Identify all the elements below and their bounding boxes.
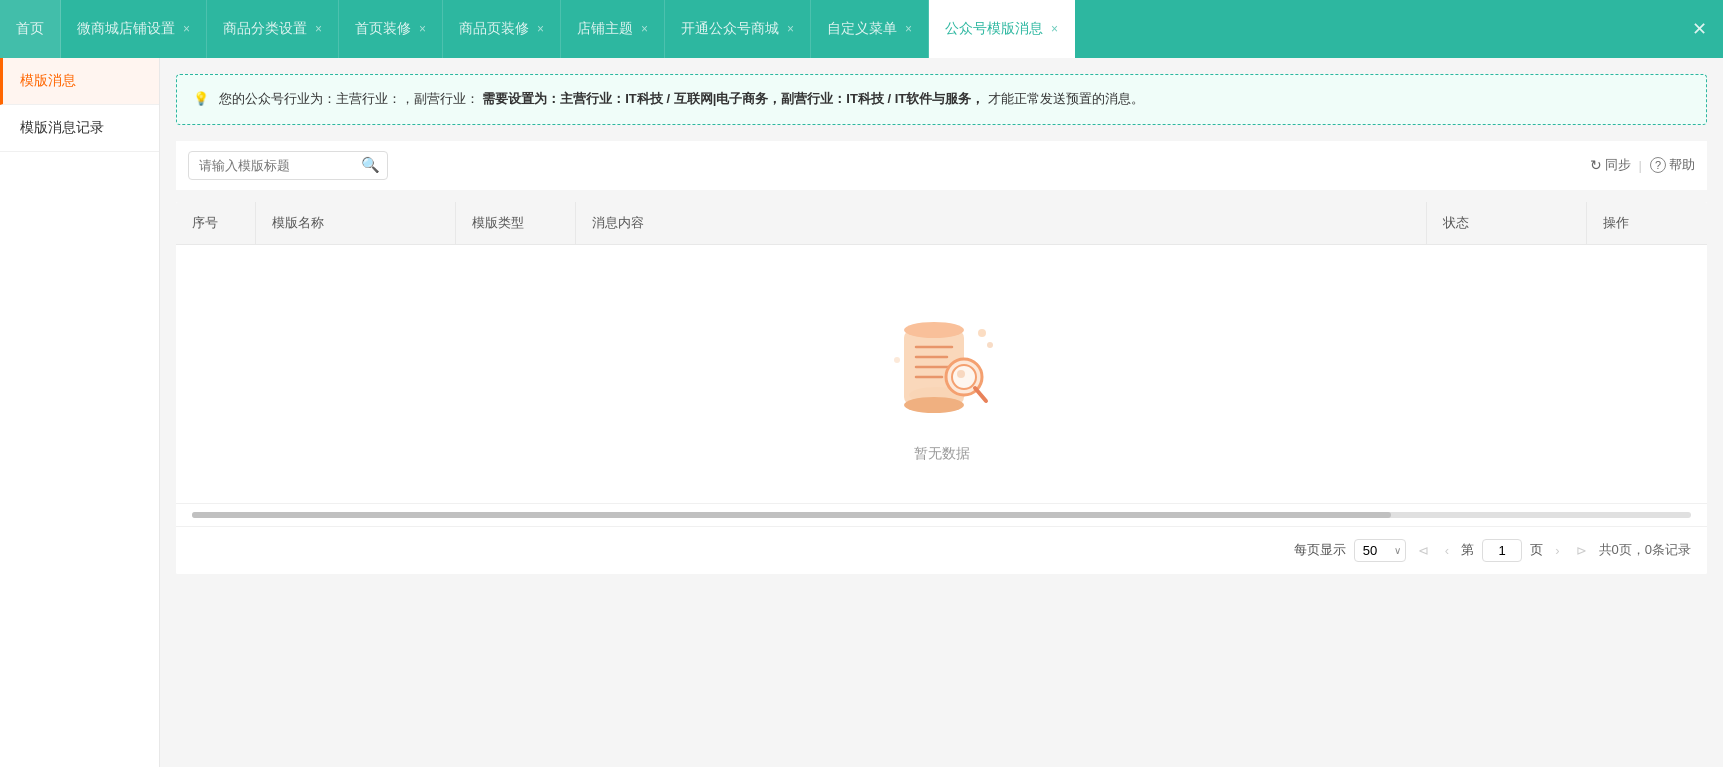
search-input-wrap: 🔍: [188, 151, 388, 180]
notice-highlight: 需要设置为：主营行业：IT科技 / 互联网|电子商务，副营行业：IT科技 / I…: [482, 91, 984, 106]
sync-button[interactable]: ↻ 同步: [1590, 156, 1631, 174]
data-table: 序号 模版名称 模版类型 消息内容 状态 操作: [176, 202, 1707, 574]
svg-point-14: [894, 357, 900, 363]
tab-close-open-mall[interactable]: ×: [787, 22, 794, 36]
nav-tab-home[interactable]: 首页: [0, 0, 61, 58]
scroll-thumb[interactable]: [192, 512, 1391, 518]
content-area: 💡 您的公众号行业为：主营行业：，副营行业： 需要设置为：主营行业：IT科技 /…: [160, 58, 1723, 767]
empty-illustration: [882, 305, 1002, 425]
top-navigation: 首页微商城店铺设置×商品分类设置×首页装修×商品页装修×店铺主题×开通公众号商城…: [0, 0, 1723, 58]
nav-tab-template-msg[interactable]: 公众号模版消息×: [929, 0, 1075, 58]
search-input[interactable]: [188, 151, 388, 180]
close-all-button[interactable]: ✕: [1676, 0, 1723, 58]
col-status: 状态: [1427, 202, 1587, 244]
notice-suffix: 才能正常发送预置的消息。: [988, 91, 1144, 106]
divider: |: [1639, 158, 1642, 173]
toolbar-right: ↻ 同步 | ? 帮助: [1590, 156, 1695, 174]
prev-page-button[interactable]: ‹: [1441, 541, 1453, 560]
page-input[interactable]: [1482, 539, 1522, 562]
tab-close-shop-theme[interactable]: ×: [641, 22, 648, 36]
nav-tab-product-cat[interactable]: 商品分类设置×: [207, 0, 339, 58]
table-header: 序号 模版名称 模版类型 消息内容 状态 操作: [176, 202, 1707, 245]
help-icon: ?: [1650, 157, 1666, 173]
tab-close-home-decor[interactable]: ×: [419, 22, 426, 36]
sync-icon: ↻: [1590, 157, 1602, 173]
svg-point-12: [978, 329, 986, 337]
next-page-button[interactable]: ›: [1551, 541, 1563, 560]
main-layout: 模版消息模版消息记录 💡 您的公众号行业为：主营行业：，副营行业： 需要设置为：…: [0, 58, 1723, 767]
notice-prefix: 您的公众号行业为：主营行业：，副营行业：: [219, 91, 479, 106]
last-page-button[interactable]: ⊳: [1572, 541, 1591, 560]
col-content: 消息内容: [576, 202, 1427, 244]
svg-point-2: [904, 322, 964, 338]
search-icon[interactable]: 🔍: [361, 156, 380, 174]
tab-close-product-cat[interactable]: ×: [315, 22, 322, 36]
first-page-button[interactable]: ⊲: [1414, 541, 1433, 560]
help-label: 帮助: [1669, 156, 1695, 174]
col-name: 模版名称: [256, 202, 456, 244]
page-size-label: 每页显示: [1294, 541, 1346, 559]
notice-box: 💡 您的公众号行业为：主营行业：，副营行业： 需要设置为：主营行业：IT科技 /…: [176, 74, 1707, 125]
nav-tab-micro-shop[interactable]: 微商城店铺设置×: [61, 0, 207, 58]
svg-point-9: [952, 365, 976, 389]
notice-icon: 💡: [193, 91, 209, 106]
col-action: 操作: [1587, 202, 1707, 244]
scroll-track[interactable]: [176, 503, 1707, 526]
page-label: 第: [1461, 541, 1474, 559]
sync-label: 同步: [1605, 156, 1631, 174]
search-bar: 🔍 ↻ 同步 | ? 帮助: [176, 141, 1707, 190]
tab-close-template-msg[interactable]: ×: [1051, 22, 1058, 36]
page-size-select[interactable]: 20 50 100: [1354, 539, 1406, 562]
tab-close-custom-menu[interactable]: ×: [905, 22, 912, 36]
svg-line-10: [975, 388, 986, 401]
nav-tab-shop-theme[interactable]: 店铺主题×: [561, 0, 665, 58]
sidebar-item-template-record[interactable]: 模版消息记录: [0, 105, 159, 152]
page-suffix: 页: [1530, 541, 1543, 559]
svg-point-13: [987, 342, 993, 348]
sidebar-items: 模版消息模版消息记录: [0, 58, 159, 152]
pagination: 每页显示 20 50 100 ⊲ ‹ 第 页 › ⊳ 共0页，0条记录: [176, 526, 1707, 574]
nav-tabs: 首页微商城店铺设置×商品分类设置×首页装修×商品页装修×店铺主题×开通公众号商城…: [0, 0, 1676, 58]
tab-close-micro-shop[interactable]: ×: [183, 22, 190, 36]
tab-close-product-page[interactable]: ×: [537, 22, 544, 36]
empty-text: 暂无数据: [914, 445, 970, 463]
svg-point-3: [904, 397, 964, 413]
scroll-bar[interactable]: [192, 512, 1691, 518]
total-info: 共0页，0条记录: [1599, 541, 1691, 559]
nav-tab-product-page[interactable]: 商品页装修×: [443, 0, 561, 58]
help-button[interactable]: ? 帮助: [1650, 156, 1695, 174]
sidebar: 模版消息模版消息记录: [0, 58, 160, 767]
empty-state: 暂无数据: [176, 245, 1707, 503]
page-size-wrapper: 20 50 100: [1354, 539, 1406, 562]
nav-tab-custom-menu[interactable]: 自定义菜单×: [811, 0, 929, 58]
nav-tab-open-mall[interactable]: 开通公众号商城×: [665, 0, 811, 58]
nav-tab-home-decor[interactable]: 首页装修×: [339, 0, 443, 58]
sidebar-item-template-msg[interactable]: 模版消息: [0, 58, 159, 105]
col-index: 序号: [176, 202, 256, 244]
svg-point-11: [957, 370, 965, 378]
col-type: 模版类型: [456, 202, 576, 244]
